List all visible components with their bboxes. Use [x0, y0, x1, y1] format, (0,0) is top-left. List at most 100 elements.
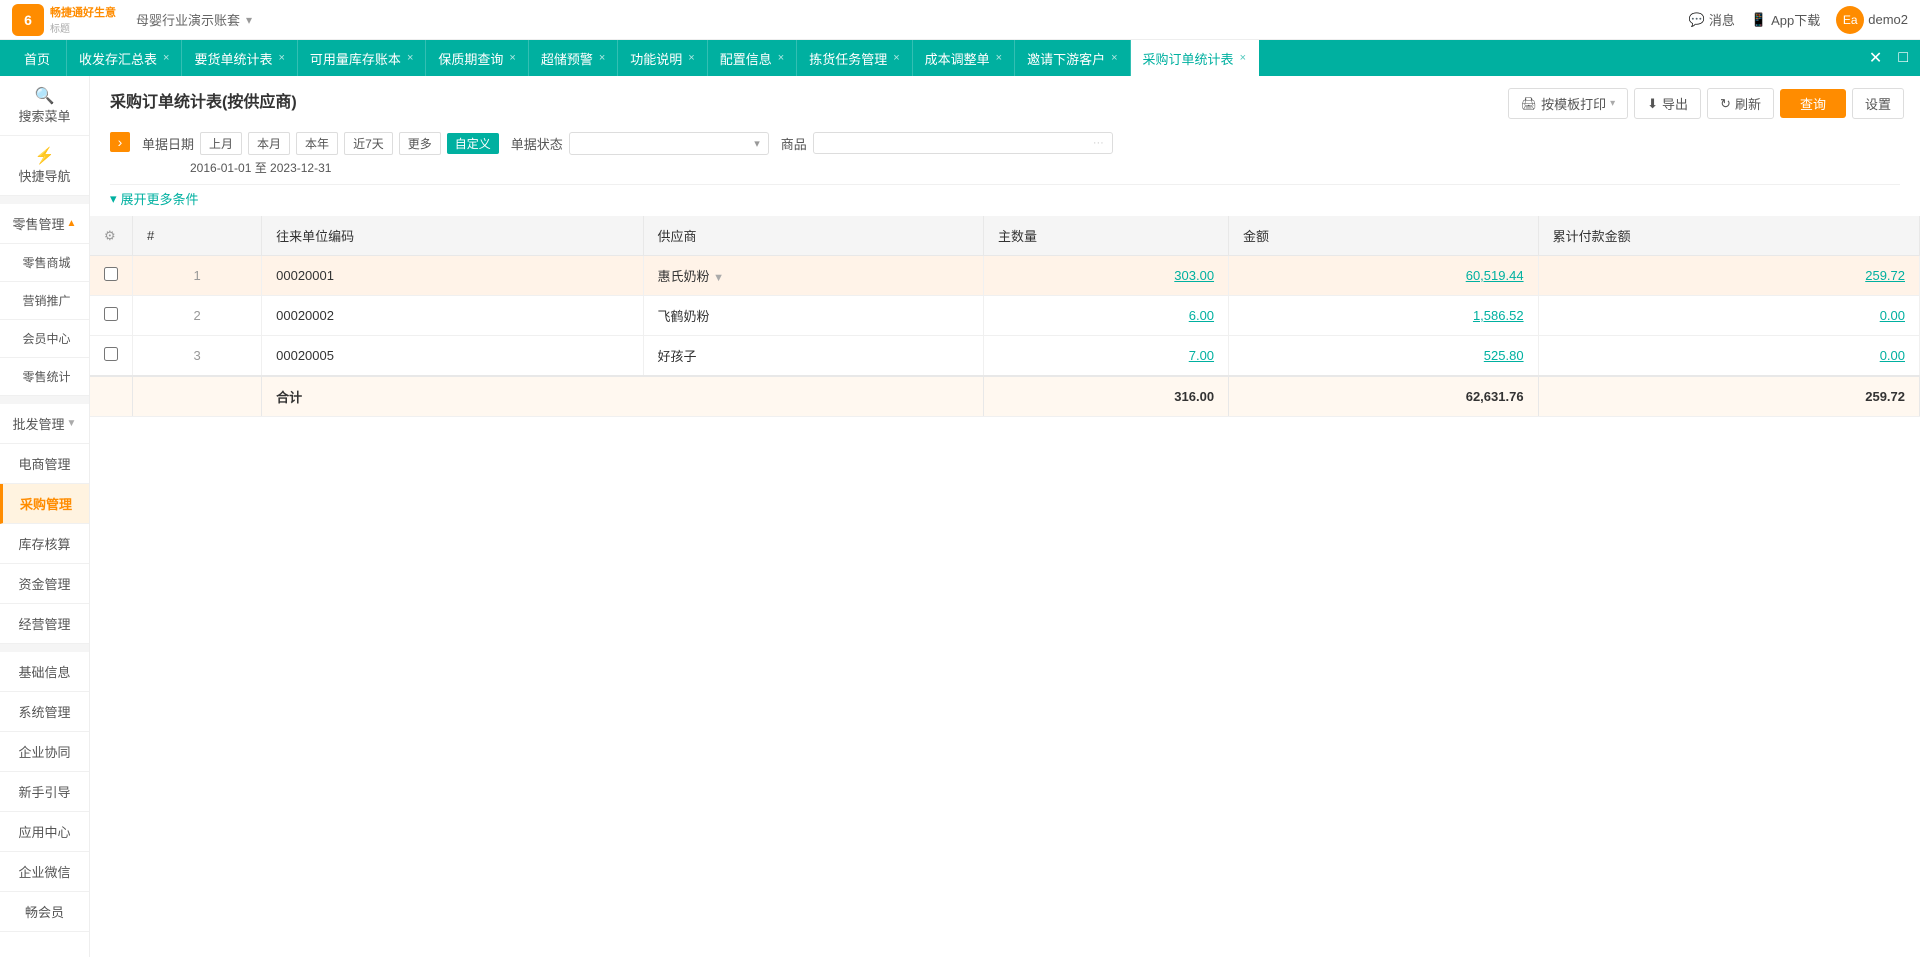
row1-paid: 259.72	[1538, 256, 1919, 296]
sidebar-item-basic-info[interactable]: 基础信息	[0, 652, 89, 692]
tab-home[interactable]: 首页	[8, 40, 67, 76]
sidebar-item-marketing[interactable]: 营销推广	[0, 282, 89, 320]
date-label: 单据日期	[142, 134, 194, 153]
sidebar-item-retail[interactable]: 零售管理 ▲	[0, 204, 89, 244]
tab-goods-stat[interactable]: 要货单统计表 ×	[182, 40, 297, 76]
sidebar-item-appcenter[interactable]: 应用中心	[0, 812, 89, 852]
sidebar-item-ecommerce[interactable]: 电商管理	[0, 444, 89, 484]
sidebar-item-newguide[interactable]: 新手引导	[0, 772, 89, 812]
message-icon: 💬	[1689, 12, 1705, 28]
close-tab-overstock-warn[interactable]: ×	[599, 52, 605, 64]
sidebar-item-search[interactable]: 🔍 搜索菜单	[0, 76, 89, 136]
expand-more-button[interactable]: ▾ 展开更多条件	[110, 189, 1900, 208]
close-tab-collect-pay[interactable]: ×	[163, 52, 169, 64]
sidebar-item-finance[interactable]: 资金管理	[0, 564, 89, 604]
filter-expand-toggle[interactable]: ›	[110, 132, 130, 152]
date-btn-7days[interactable]: 近7天	[344, 132, 393, 155]
footer-qty: 316.00	[983, 376, 1228, 417]
filter-area: › 单据日期 上月 本月 本年 近7天 更多 自定义 2016-01-01 至 …	[110, 122, 1900, 184]
tab-overstock-warn[interactable]: 超储预警 ×	[529, 40, 618, 76]
maximize-button[interactable]: □	[1894, 49, 1912, 67]
tab-expiry-query[interactable]: 保质期查询 ×	[426, 40, 528, 76]
close-all-tabs-button[interactable]: ✕	[1865, 48, 1886, 68]
tab-func-desc[interactable]: 功能说明 ×	[618, 40, 707, 76]
date-btn-more[interactable]: 更多	[399, 132, 441, 155]
table-settings-icon[interactable]: ⚙	[104, 228, 116, 243]
message-button[interactable]: 💬 消息	[1689, 10, 1735, 29]
sidebar-item-enterprise[interactable]: 企业协同	[0, 732, 89, 772]
close-tab-invite-downstream[interactable]: ×	[1111, 52, 1117, 64]
row3-check[interactable]	[90, 336, 133, 377]
sidebar-item-wholesale[interactable]: 批发管理 ▼	[0, 404, 89, 444]
close-tab-expiry-query[interactable]: ×	[509, 52, 515, 64]
sidebar-item-shortcut[interactable]: ⚡ 快捷导航	[0, 136, 89, 196]
close-tab-purchase-stat[interactable]: ×	[1240, 52, 1246, 64]
row2-check[interactable]	[90, 296, 133, 336]
close-tab-func-desc[interactable]: ×	[688, 52, 694, 64]
sidebar-item-member[interactable]: 会员中心	[0, 320, 89, 358]
logo-text: 畅捷通好生意 标题	[50, 4, 116, 35]
sidebar-item-system[interactable]: 系统管理	[0, 692, 89, 732]
sidebar-item-purchase[interactable]: 采购管理	[0, 484, 89, 524]
tab-collect-pay[interactable]: 收发存汇总表 ×	[67, 40, 182, 76]
tab-config-info[interactable]: 配置信息 ×	[708, 40, 797, 76]
tab-available-stock[interactable]: 可用量库存账本 ×	[298, 40, 426, 76]
row1-check[interactable]	[90, 256, 133, 296]
custom-date-badge[interactable]: 自定义	[447, 133, 499, 154]
table-header: ⚙ # 往来单位编码 供应商 主数量 金额 累计付款金额	[90, 216, 1920, 256]
sidebar-item-inventory[interactable]: 库存核算	[0, 524, 89, 564]
row3-checkbox[interactable]	[104, 347, 118, 361]
date-filter-row: 单据日期 上月 本月 本年 近7天 更多 自定义	[142, 132, 499, 155]
close-tab-available-stock[interactable]: ×	[407, 52, 413, 64]
sidebar-item-vip[interactable]: 畅会员	[0, 892, 89, 932]
row1-expand-arrow[interactable]: ▼	[713, 272, 724, 284]
date-btn-this-year[interactable]: 本年	[296, 132, 338, 155]
user-menu[interactable]: Ea demo2	[1836, 6, 1908, 34]
export-button[interactable]: ⬇ 导出	[1634, 88, 1701, 119]
col-qty-header: 主数量	[983, 216, 1228, 256]
close-tab-config-info[interactable]: ×	[778, 52, 784, 64]
refresh-button[interactable]: ↻ 刷新	[1707, 88, 1774, 119]
row2-unit-code: 00020002	[262, 296, 643, 336]
tab-purchase-stat[interactable]: 采购订单统计表 ×	[1131, 40, 1259, 76]
data-table: ⚙ # 往来单位编码 供应商 主数量 金额 累计付款金额 1 0002000	[90, 216, 1920, 417]
tab-cost-adjust[interactable]: 成本调整单 ×	[913, 40, 1015, 76]
tab-invite-downstream[interactable]: 邀请下游客户 ×	[1015, 40, 1130, 76]
row2-amount: 1,586.52	[1229, 296, 1539, 336]
tab-pick-task[interactable]: 拣货任务管理 ×	[797, 40, 912, 76]
row2-qty: 6.00	[983, 296, 1228, 336]
close-tab-pick-task[interactable]: ×	[893, 52, 899, 64]
row1-checkbox[interactable]	[104, 267, 118, 281]
row1-unit-code: 00020001	[262, 256, 643, 296]
row3-supplier: 好孩子	[643, 336, 983, 377]
expand-icon: ▾	[110, 191, 117, 207]
top-right: 💬 消息 📱 App下载 Ea demo2	[1689, 6, 1908, 34]
sidebar-item-retail-mall[interactable]: 零售商城	[0, 244, 89, 282]
col-settings-header[interactable]: ⚙	[90, 216, 133, 256]
row1-qty: 303.00	[983, 256, 1228, 296]
goods-more-icon: ···	[1093, 137, 1104, 149]
date-btn-this-month[interactable]: 本月	[248, 132, 290, 155]
breadcrumb-text: 母婴行业演示账套	[136, 10, 240, 29]
sidebar-item-retail-stat[interactable]: 零售统计	[0, 358, 89, 396]
sidebar-item-enterprise-wx[interactable]: 企业微信	[0, 852, 89, 892]
table-body: 1 00020001 惠氏奶粉 ▼ 303.00 60,519.44 259.7…	[90, 256, 1920, 377]
print-button[interactable]: 🖨 按模板打印 ▾	[1508, 88, 1629, 119]
close-tab-cost-adjust[interactable]: ×	[996, 52, 1002, 64]
print-icon: 🖨	[1521, 96, 1538, 112]
status-select[interactable]: ▾	[569, 132, 769, 155]
table-area: ⚙ # 往来单位编码 供应商 主数量 金额 累计付款金额 1 0002000	[90, 216, 1920, 957]
breadcrumb-arrow[interactable]: ▾	[246, 13, 252, 27]
query-button[interactable]: 查询	[1780, 89, 1846, 118]
row2-paid: 0.00	[1538, 296, 1919, 336]
date-btn-last-month[interactable]: 上月	[200, 132, 242, 155]
col-unit-code-header: 往来单位编码	[262, 216, 643, 256]
app-download-button[interactable]: 📱 App下载	[1751, 10, 1820, 29]
sidebar-item-operation[interactable]: 经营管理	[0, 604, 89, 644]
goods-input[interactable]: ···	[813, 132, 1113, 154]
row2-checkbox[interactable]	[104, 307, 118, 321]
settings-button[interactable]: 设置	[1852, 88, 1904, 119]
sidebar-separator-1	[0, 196, 89, 204]
goods-label: 商品	[781, 134, 807, 153]
close-tab-goods-stat[interactable]: ×	[278, 52, 284, 64]
